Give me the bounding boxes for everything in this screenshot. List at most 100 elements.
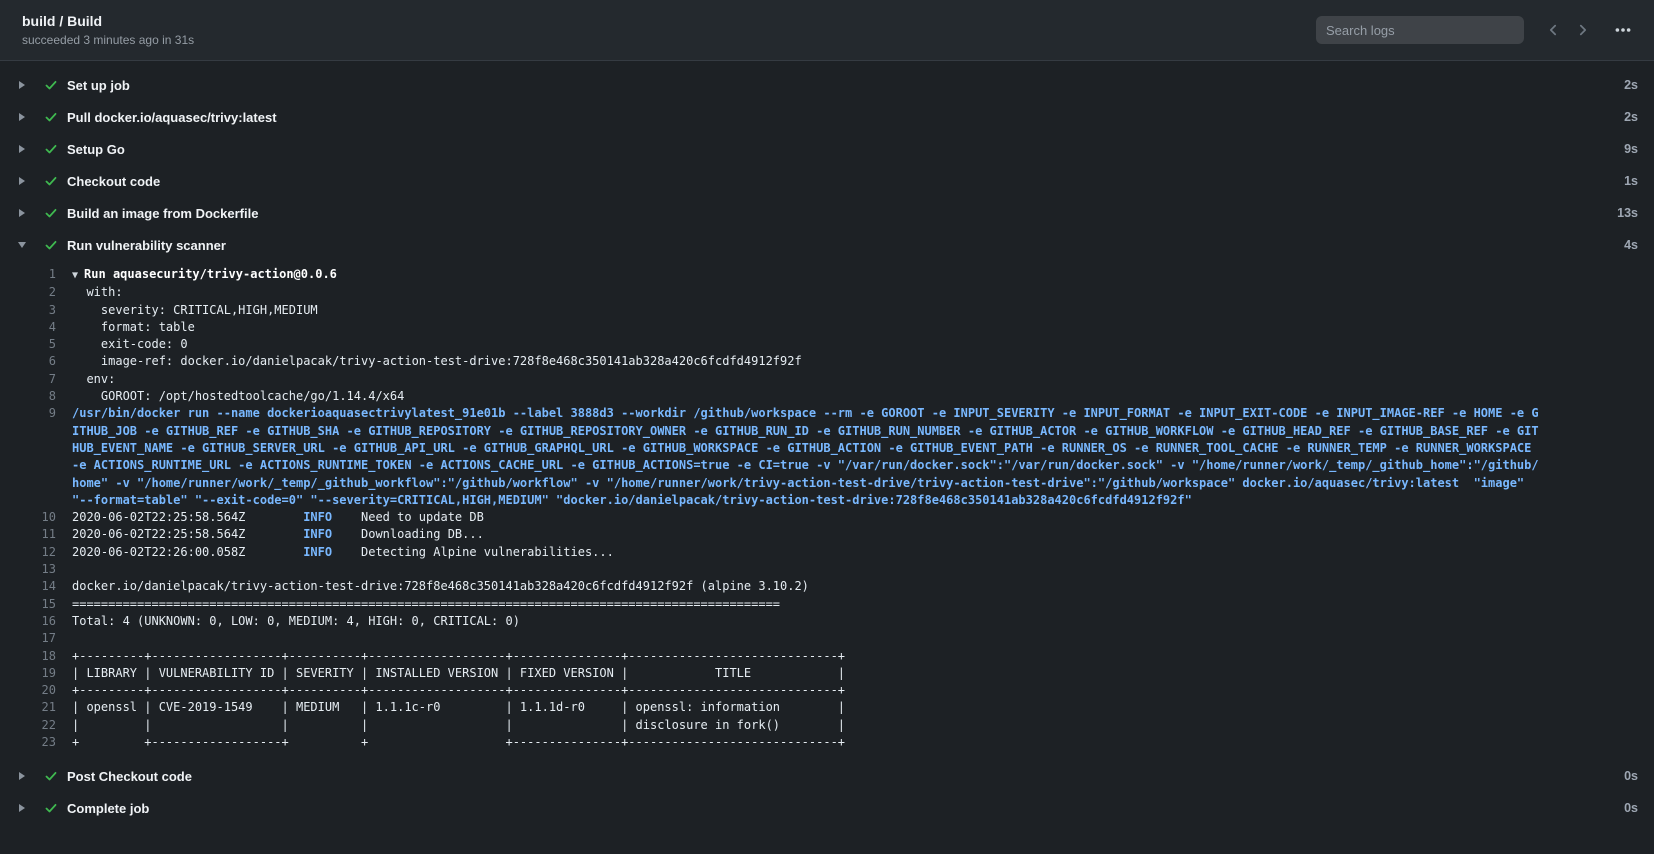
log-segment: ========================================… — [72, 596, 781, 611]
log-segment: +---------+------------------+----------… — [72, 648, 846, 663]
log-segment: Total: 4 (UNKNOWN: 0, LOW: 0, MEDIUM: 4,… — [72, 613, 520, 628]
breadcrumb: build / Build — [22, 13, 194, 29]
triangle-right-icon[interactable] — [16, 209, 28, 217]
log-line-text: +---------+------------------+----------… — [72, 682, 1545, 699]
check-icon — [44, 801, 58, 815]
log-line-number[interactable]: 14 — [16, 578, 56, 595]
log-line-number[interactable]: 23 — [16, 734, 56, 751]
log-line-text: with: — [72, 284, 1545, 301]
log-line-text: + +------------------+ + +--------------… — [72, 734, 1545, 751]
log-line-text: | | | | | | disclosure in fork() | — [72, 717, 1545, 734]
log-segment: +---------+------------------+----------… — [72, 683, 846, 698]
check-icon — [44, 769, 58, 783]
log-line-text: 2020-06-02T22:25:58.564Z INFO Downloadin… — [72, 526, 1545, 543]
log-line-number[interactable]: 17 — [16, 630, 56, 647]
log-line: 15 ======================================… — [16, 596, 1545, 613]
log-segment: | openssl | CVE-2019-1549 | MEDIUM | 1.1… — [72, 700, 846, 715]
job-title: Build — [67, 13, 103, 29]
log-segment: 2020-06-02T22:26:00.058Z — [72, 544, 304, 559]
log-line: 1 ▼ Run aquasecurity/trivy-action@0.0.6 — [16, 266, 1545, 284]
log-line-number[interactable]: 15 — [16, 596, 56, 613]
step-row-post-checkout-code[interactable]: Post Checkout code 0s — [0, 760, 1654, 792]
step-row-run-vulnerability-scanner[interactable]: Run vulnerability scanner 4s — [0, 229, 1654, 261]
step-row-build-an-image-from-dockerfile[interactable]: Build an image from Dockerfile 13s — [0, 197, 1654, 229]
check-icon — [44, 78, 58, 92]
log-line: 20 +---------+------------------+--------… — [16, 682, 1545, 699]
log-line-text: exit-code: 0 — [72, 336, 1545, 353]
log-line-number[interactable]: 10 — [16, 509, 56, 526]
step-duration: 0s — [1624, 769, 1638, 784]
log-line-text: docker.io/danielpacak/trivy-action-test-… — [72, 578, 1545, 595]
group-toggle-triangle-icon[interactable]: ▼ — [72, 270, 84, 281]
log-line-text: GOROOT: /opt/hostedtoolcache/go/1.14.4/x… — [72, 388, 1545, 405]
triangle-right-icon[interactable] — [16, 772, 28, 781]
log-line: 5 exit-code: 0 — [16, 336, 1545, 353]
log-line-number[interactable]: 6 — [16, 353, 56, 370]
log-line-number[interactable]: 7 — [16, 371, 56, 388]
log-settings-button[interactable] — [1608, 16, 1638, 44]
step-duration: 2s — [1624, 110, 1638, 124]
step-row-checkout-code[interactable]: Checkout code 1s — [0, 165, 1654, 197]
log-line-number[interactable]: 11 — [16, 526, 56, 543]
log-line-number[interactable]: 12 — [16, 544, 56, 561]
triangle-right-icon[interactable] — [16, 804, 28, 813]
step-name: Pull docker.io/aquasec/trivy:latest — [67, 109, 277, 125]
triangle-right-icon[interactable] — [16, 81, 28, 89]
step-row-pull-docker-io-aquasec-trivy-latest[interactable]: Pull docker.io/aquasec/trivy:latest 2s — [0, 101, 1654, 133]
step-duration: 0s — [1624, 801, 1638, 816]
log-line-number[interactable]: 20 — [16, 682, 56, 699]
step-duration: 13s — [1617, 206, 1638, 220]
kebab-horizontal-icon — [1615, 28, 1631, 32]
step-name: Build an image from Dockerfile — [67, 205, 259, 221]
log-line-number[interactable]: 21 — [16, 699, 56, 716]
log-line: 18 +---------+------------------+--------… — [16, 648, 1545, 665]
triangle-right-icon[interactable] — [16, 177, 28, 185]
log-line-number[interactable]: 1 — [16, 266, 56, 284]
check-icon — [44, 142, 58, 156]
previous-match-button[interactable] — [1538, 16, 1568, 44]
step-duration: 2s — [1624, 78, 1638, 92]
triangle-right-icon[interactable] — [16, 145, 28, 153]
job-breadcrumb-prefix: build / — [22, 13, 64, 29]
log-line-number[interactable]: 18 — [16, 648, 56, 665]
log-segment: Run aquasecurity/trivy-action@0.0.6 — [84, 267, 337, 281]
log-line: 4 format: table — [16, 319, 1545, 336]
log-line-number[interactable]: 9 — [16, 405, 56, 509]
log-line: 11 2020-06-02T22:25:58.564Z INFO Download… — [16, 526, 1545, 543]
step-row-set-up-job[interactable]: Set up job 2s — [0, 69, 1654, 101]
step-row-complete-job[interactable]: Complete job 0s — [0, 792, 1654, 824]
log-segment: /usr/bin/docker run --name dockerioaquas… — [72, 406, 1539, 507]
log-segment: INFO — [303, 527, 333, 542]
step-name: Post Checkout code — [67, 768, 192, 784]
log-line: 2 with: — [16, 284, 1545, 301]
chevron-left-icon — [1549, 24, 1557, 36]
log-line: 17 — [16, 630, 1545, 647]
next-match-button[interactable] — [1568, 16, 1598, 44]
search-logs-input[interactable] — [1316, 16, 1524, 44]
log-line: 19 | LIBRARY | VULNERABILITY ID | SEVERIT… — [16, 665, 1545, 682]
log-line-number[interactable]: 8 — [16, 388, 56, 405]
log-line-text: ========================================… — [72, 596, 1545, 613]
log-line: 12 2020-06-02T22:26:00.058Z INFO Detectin… — [16, 544, 1545, 561]
triangle-right-icon[interactable] — [16, 113, 28, 121]
log-line-number[interactable]: 2 — [16, 284, 56, 301]
log-line-text: severity: CRITICAL,HIGH,MEDIUM — [72, 302, 1545, 319]
log-line-number[interactable]: 5 — [16, 336, 56, 353]
step-duration: 9s — [1624, 142, 1638, 156]
step-name: Setup Go — [67, 141, 125, 157]
job-status-text: succeeded 3 minutes ago in 31s — [22, 33, 195, 47]
log-segment: | | | | | | disclosure in fork() | — [72, 717, 846, 732]
log-line: 3 severity: CRITICAL,HIGH,MEDIUM — [16, 302, 1545, 319]
log-line-number[interactable]: 13 — [16, 561, 56, 578]
triangle-down-icon[interactable] — [16, 242, 28, 248]
log-line-number[interactable]: 22 — [16, 717, 56, 734]
log-line-number[interactable]: 3 — [16, 302, 56, 319]
log-line-number[interactable]: 4 — [16, 319, 56, 336]
log-line: 8 GOROOT: /opt/hostedtoolcache/go/1.14.4… — [16, 388, 1545, 405]
log-line-number[interactable]: 16 — [16, 613, 56, 630]
log-line-text: | openssl | CVE-2019-1549 | MEDIUM | 1.1… — [72, 699, 1545, 716]
log-line-number[interactable]: 19 — [16, 665, 56, 682]
step-row-setup-go[interactable]: Setup Go 9s — [0, 133, 1654, 165]
check-icon — [44, 110, 58, 124]
log-segment: Detecting Alpine vulnerabilities... — [332, 544, 614, 559]
